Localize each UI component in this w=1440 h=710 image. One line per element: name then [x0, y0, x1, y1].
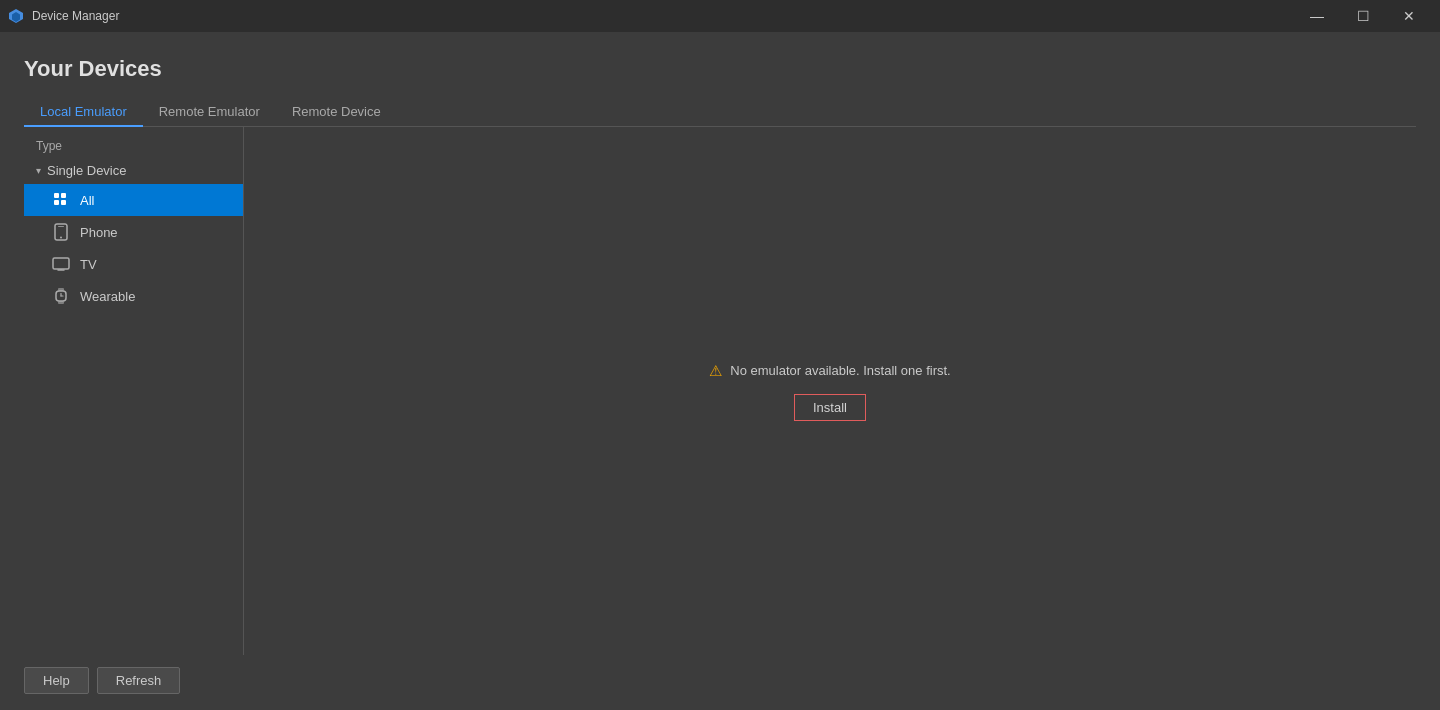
svg-rect-3: [61, 193, 66, 198]
main-container: Your Devices Local Emulator Remote Emula…: [0, 32, 1440, 710]
svg-rect-9: [53, 258, 69, 269]
sidebar-item-phone[interactable]: Phone: [24, 216, 243, 248]
svg-point-7: [60, 237, 62, 239]
tab-remote-emulator[interactable]: Remote Emulator: [143, 98, 276, 127]
warning-icon: ⚠: [709, 362, 722, 380]
minimize-button[interactable]: —: [1294, 0, 1340, 32]
content-area: Type ▾ Single Device All: [24, 127, 1416, 655]
bottom-bar: Help Refresh: [24, 655, 1416, 710]
tab-local-emulator[interactable]: Local Emulator: [24, 98, 143, 127]
chevron-down-icon: ▾: [36, 165, 41, 176]
svg-rect-5: [61, 200, 66, 205]
sidebar-item-tv[interactable]: TV: [24, 248, 243, 280]
sidebar-item-tv-label: TV: [80, 257, 97, 272]
sidebar-item-phone-label: Phone: [80, 225, 118, 240]
window-controls: — ☐ ✕: [1294, 0, 1432, 32]
grid-icon: [52, 191, 70, 209]
sidebar-item-wearable-label: Wearable: [80, 289, 135, 304]
no-emulator-text: No emulator available. Install one first…: [730, 363, 950, 378]
sidebar-type-header: Type: [24, 131, 243, 157]
phone-icon: [52, 223, 70, 241]
no-emulator-message: ⚠ No emulator available. Install one fir…: [709, 362, 950, 421]
maximize-button[interactable]: ☐: [1340, 0, 1386, 32]
help-button[interactable]: Help: [24, 667, 89, 694]
install-button[interactable]: Install: [794, 394, 866, 421]
app-title: Device Manager: [32, 9, 119, 23]
svg-rect-2: [54, 193, 59, 198]
watch-icon: [52, 287, 70, 305]
tabs-bar: Local Emulator Remote Emulator Remote De…: [24, 98, 1416, 127]
app-icon: [8, 8, 24, 24]
tab-remote-device[interactable]: Remote Device: [276, 98, 397, 127]
svg-rect-14: [58, 301, 64, 304]
main-panel: ⚠ No emulator available. Install one fir…: [244, 127, 1416, 655]
sidebar-item-all[interactable]: All: [24, 184, 243, 216]
sidebar-section-label-text: Single Device: [47, 163, 127, 178]
close-button[interactable]: ✕: [1386, 0, 1432, 32]
page-title: Your Devices: [24, 56, 1416, 82]
title-bar: Device Manager — ☐ ✕: [0, 0, 1440, 32]
title-bar-left: Device Manager: [8, 8, 119, 24]
warning-text: ⚠ No emulator available. Install one fir…: [709, 362, 950, 380]
sidebar-item-wearable[interactable]: Wearable: [24, 280, 243, 312]
svg-rect-8: [58, 226, 64, 227]
svg-rect-4: [54, 200, 59, 205]
sidebar: Type ▾ Single Device All: [24, 127, 244, 655]
sidebar-section-single-device[interactable]: ▾ Single Device: [24, 157, 243, 184]
tv-icon: [52, 255, 70, 273]
refresh-button[interactable]: Refresh: [97, 667, 181, 694]
sidebar-item-all-label: All: [80, 193, 94, 208]
svg-rect-13: [58, 288, 64, 291]
